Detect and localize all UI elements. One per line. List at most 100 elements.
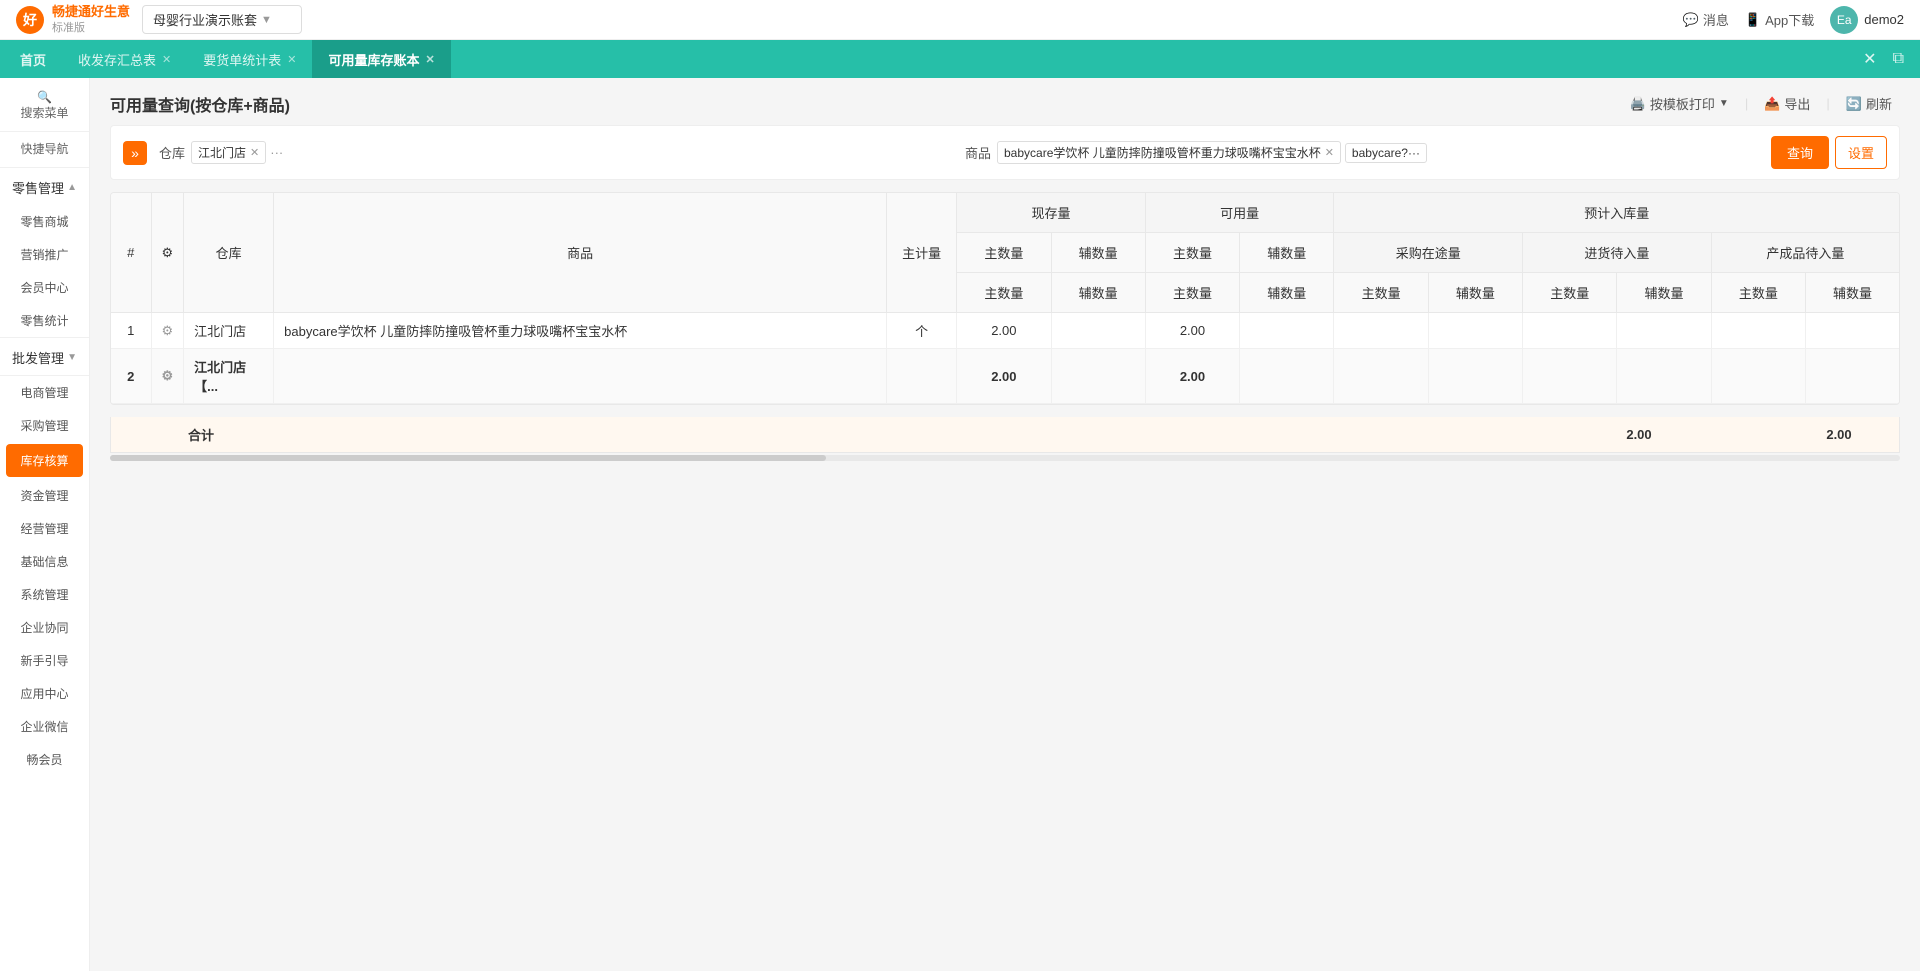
- sidebar-item-stock-check[interactable]: 库存核算: [6, 444, 83, 477]
- warehouse-more[interactable]: ···: [270, 145, 283, 160]
- chevron-down-icon: ▼: [1719, 98, 1729, 109]
- remove-product-tag[interactable]: ✕: [1325, 146, 1334, 159]
- chevron-icon: ▼: [67, 352, 77, 363]
- app-download-button[interactable]: 📱 App下载: [1745, 10, 1814, 29]
- message-icon: 💬: [1683, 12, 1699, 28]
- sidebar-item-operations[interactable]: 经营管理: [0, 512, 89, 545]
- app-icon: 📱: [1745, 12, 1761, 28]
- th-avail-aux: 辅数量: [1240, 233, 1334, 273]
- sidebar-item-finance[interactable]: 资金管理: [0, 479, 89, 512]
- sidebar: 🔍 搜索菜单 快捷导航 零售管理 ▲ 零售商城 营销推广 会员中心 零售统计: [0, 78, 90, 971]
- sidebar-item-wechat-work[interactable]: 企业微信: [0, 710, 89, 743]
- sidebar-item-retail-store[interactable]: 零售商城: [0, 205, 89, 238]
- export-button[interactable]: 📤 导出: [1756, 90, 1818, 117]
- th-purchase-aux: 辅数量: [1428, 273, 1522, 313]
- sidebar-item-basic-info[interactable]: 基础信息: [0, 545, 89, 578]
- tab-receive-send[interactable]: 收发存汇总表 ✕: [62, 40, 187, 78]
- table-footer: 合计 2.00 2.00: [110, 417, 1900, 453]
- th-available-qty: 可用量: [1145, 193, 1334, 233]
- table-row: 1 ⚙ 江北门店 babycare学饮杯 儿童防摔防撞吸管杯重力球吸嘴杯宝宝水杯…: [111, 313, 1899, 349]
- th-current-aux2: 辅数量: [1051, 273, 1145, 313]
- message-button[interactable]: 💬 消息: [1683, 10, 1729, 29]
- top-bar: 好 畅捷通好生意 标准版 母婴行业演示账套 ▼ 💬 消息 📱 App下载 Ea …: [0, 0, 1920, 40]
- logo-icon: 好: [16, 6, 44, 34]
- sidebar-item-guide[interactable]: 新手引导: [0, 644, 89, 677]
- close-tab-receive-send[interactable]: ✕: [162, 53, 171, 66]
- top-bar-right: 💬 消息 📱 App下载 Ea demo2: [1683, 6, 1904, 34]
- filter-expand-button[interactable]: »: [123, 141, 147, 165]
- sidebar-quick-nav[interactable]: 快捷导航: [0, 132, 89, 168]
- th-settings[interactable]: ⚙: [151, 193, 184, 313]
- sidebar-item-purchase[interactable]: 采购管理: [0, 409, 89, 442]
- main-content: 可用量查询(按仓库+商品) 🖨️ 按模板打印 ▼ | 📤 导出 | 🔄 刷新: [90, 78, 1920, 971]
- refresh-button[interactable]: 🔄 刷新: [1838, 90, 1900, 117]
- table-container: # ⚙ 仓库 商品 主计量 现存量 可用量 预计入库量 主数量 辅数量 主数量 …: [110, 192, 1900, 405]
- settings-button[interactable]: 设置: [1835, 136, 1887, 169]
- warehouse-tag-jiangbei[interactable]: 江北门店 ✕: [191, 141, 266, 164]
- top-bar-left: 好 畅捷通好生意 标准版 母婴行业演示账套 ▼: [16, 4, 302, 36]
- row1-unit: 个: [887, 313, 957, 349]
- close-all-tabs-button[interactable]: ✕: [1859, 45, 1880, 73]
- row2-incoming-main: [1523, 349, 1617, 404]
- sidebar-item-app-center[interactable]: 应用中心: [0, 677, 89, 710]
- tab-order-stats[interactable]: 要货单统计表 ✕: [187, 40, 312, 78]
- th-planned-inbound: 预计入库量: [1334, 193, 1899, 233]
- sidebar-section-wholesale: 批发管理 ▼: [0, 338, 89, 376]
- filter-actions: 查询 设置: [1771, 136, 1887, 169]
- footer-label: 合计: [121, 425, 281, 444]
- row1-products-aux: [1806, 313, 1900, 349]
- footer-current-main: 2.00: [1589, 427, 1689, 442]
- sidebar-item-changhui[interactable]: 畅会员: [0, 743, 89, 776]
- sidebar-item-member[interactable]: 会员中心: [0, 271, 89, 304]
- user-area[interactable]: Ea demo2: [1830, 6, 1904, 34]
- th-current-main2: 主数量: [957, 273, 1051, 313]
- sidebar-item-ecommerce[interactable]: 电商管理: [0, 376, 89, 409]
- export-icon: 📤: [1764, 96, 1780, 112]
- sidebar-item-marketing[interactable]: 营销推广: [0, 238, 89, 271]
- row1-index: 1: [111, 313, 151, 349]
- row1-gear[interactable]: ⚙: [151, 313, 184, 349]
- row2-gear[interactable]: ⚙: [151, 349, 184, 404]
- user-name: demo2: [1864, 12, 1904, 27]
- stock-table: # ⚙ 仓库 商品 主计量 现存量 可用量 预计入库量 主数量 辅数量 主数量 …: [111, 193, 1899, 404]
- product-filter-label: 商品: [965, 143, 991, 162]
- th-incoming-aux: 辅数量: [1617, 273, 1711, 313]
- row1-incoming-main: [1523, 313, 1617, 349]
- row1-avail-aux: [1240, 313, 1334, 349]
- th-avail-main: 主数量: [1145, 233, 1239, 273]
- product-filter-tags: babycare学饮杯 儿童防摔防撞吸管杯重力球吸嘴杯宝宝水杯 ✕ babyca…: [997, 141, 1759, 164]
- product-tag-babycare-more[interactable]: babycare?···: [1345, 143, 1427, 163]
- store-selector[interactable]: 母婴行业演示账套 ▼: [142, 5, 302, 34]
- tab-available-stock[interactable]: 可用量库存账本 ✕: [312, 40, 450, 78]
- sidebar-item-system[interactable]: 系统管理: [0, 578, 89, 611]
- row1-current-main: 2.00: [957, 313, 1051, 349]
- product-tag-babycare[interactable]: babycare学饮杯 儿童防摔防撞吸管杯重力球吸嘴杯宝宝水杯 ✕: [997, 141, 1341, 164]
- sidebar-item-enterprise[interactable]: 企业协同: [0, 611, 89, 644]
- tab-home[interactable]: 首页: [4, 40, 62, 78]
- print-template-button[interactable]: 🖨️ 按模板打印 ▼: [1622, 90, 1737, 117]
- row1-warehouse: 江北门店: [184, 313, 274, 349]
- sidebar-search[interactable]: 🔍 搜索菜单: [0, 82, 89, 132]
- th-avail-main2: 主数量: [1145, 273, 1239, 313]
- nav-tabs-actions: ✕ ⧉: [1859, 45, 1916, 73]
- query-button[interactable]: 查询: [1771, 136, 1829, 169]
- th-products-main: 主数量: [1711, 273, 1805, 313]
- th-current-aux: 辅数量: [1051, 233, 1145, 273]
- footer-avail-main: 2.00: [1789, 427, 1889, 442]
- scrollbar-thumb[interactable]: [110, 455, 826, 461]
- sidebar-section-wholesale-header[interactable]: 批发管理 ▼: [0, 338, 89, 375]
- page-actions: 🖨️ 按模板打印 ▼ | 📤 导出 | 🔄 刷新: [1622, 90, 1900, 117]
- avatar: Ea: [1830, 6, 1858, 34]
- filter-bar: » 仓库 江北门店 ✕ ··· 商品 babycare学饮杯 儿童防摔防撞吸管杯…: [110, 125, 1900, 180]
- logo-area: 好 畅捷通好生意 标准版: [16, 4, 130, 36]
- scrollbar-track[interactable]: [110, 455, 1900, 461]
- close-tab-available-stock[interactable]: ✕: [426, 53, 435, 66]
- remove-warehouse-tag[interactable]: ✕: [250, 146, 259, 159]
- row2-avail-aux: [1240, 349, 1334, 404]
- sidebar-item-retail-stats[interactable]: 零售统计: [0, 304, 89, 337]
- sidebar-section-retail-header[interactable]: 零售管理 ▲: [0, 168, 89, 205]
- restore-window-button[interactable]: ⧉: [1889, 46, 1908, 72]
- close-tab-order-stats[interactable]: ✕: [287, 53, 296, 66]
- th-product: 商品: [274, 193, 887, 313]
- filter-warehouse-group: 仓库 江北门店 ✕ ···: [159, 141, 953, 164]
